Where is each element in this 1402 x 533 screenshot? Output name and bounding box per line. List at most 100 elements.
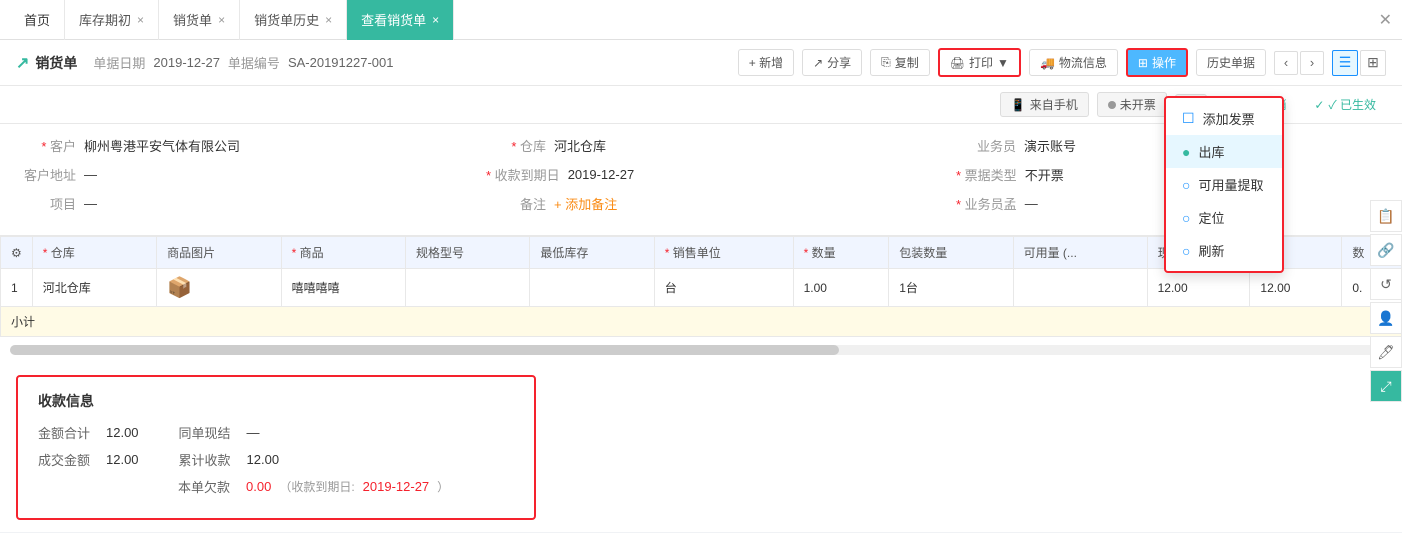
row-unit: 台 xyxy=(654,269,793,307)
new-button[interactable]: + 新增 xyxy=(738,49,794,76)
tab-close-history[interactable]: × xyxy=(325,13,332,27)
col-available: 可用量 (... xyxy=(1013,237,1147,269)
view-toggle: ☰ ⊞ xyxy=(1332,50,1386,76)
share-icon: ↗ xyxy=(813,56,823,70)
right-tool-clipboard[interactable]: 📋 xyxy=(1370,200,1402,232)
bottom-panel: 收款信息 金额合计 12.00 同单现结 — 成交金额 12.00 累计收款 1… xyxy=(0,363,1402,532)
doc-header: ↗ 销货单 单据日期 2019-12-27 单据编号 SA-20191227-0… xyxy=(0,40,1402,86)
view-grid-btn[interactable]: ⊞ xyxy=(1360,50,1386,76)
col-settings: ⚙ xyxy=(1,237,33,269)
history-button[interactable]: 历史单据 xyxy=(1196,49,1266,76)
note-field: 备注 + 添加备注 xyxy=(486,194,916,213)
col-product-image: 商品图片 xyxy=(157,237,281,269)
table-row: 1 河北仓库 📦 嘻嘻嘻嘻 台 1.00 1台 12.00 12.00 0. xyxy=(1,269,1402,307)
nav-prev[interactable]: ‹ xyxy=(1274,51,1298,75)
view-list-btn[interactable]: ☰ xyxy=(1332,50,1358,76)
horizontal-scrollbar[interactable] xyxy=(10,345,1392,355)
warehouse-field: 仓库 河北仓库 xyxy=(486,136,916,155)
row-quantity: 1.00 xyxy=(793,269,889,307)
tab-close-inventory[interactable]: × xyxy=(137,13,144,27)
row-product-image: 📦 xyxy=(157,269,281,307)
truck-icon: 🚚 xyxy=(1040,56,1055,70)
tab-bar: 首页 库存期初 × 销货单 × 销货单历史 × 查看销货单 × ✕ xyxy=(0,0,1402,40)
tab-sales-history[interactable]: 销货单历史 × xyxy=(240,0,347,40)
doc-header-left: ↗ 销货单 单据日期 2019-12-27 单据编号 SA-20191227-0… xyxy=(16,53,393,73)
not-open-btn[interactable]: 未开票 xyxy=(1097,92,1167,117)
add-note-link[interactable]: + 添加备注 xyxy=(554,194,617,213)
effective-check-icon: ✓ xyxy=(1314,98,1324,112)
tab-close-sales[interactable]: × xyxy=(218,13,225,27)
row-model xyxy=(405,269,529,307)
phone-icon: 📱 xyxy=(1011,98,1026,112)
locate-icon: ○ xyxy=(1182,210,1190,226)
tab-sales-order[interactable]: 销货单 × xyxy=(159,0,240,40)
project-field: 项目 — xyxy=(16,194,446,213)
row-min-stock xyxy=(530,269,654,307)
copy-icon: ⎘ xyxy=(881,55,891,70)
tab-view-sales[interactable]: 查看销货单 × xyxy=(347,0,454,40)
dropdown-available-pickup[interactable]: ○ 可用量提取 xyxy=(1166,168,1282,201)
customer-field: 客户 柳州粤港平安气体有限公司 xyxy=(16,136,446,155)
doc-title: ↗ 销货单 xyxy=(16,53,77,73)
col-unit: * 销售单位 xyxy=(654,237,793,269)
share-button[interactable]: ↗ 分享 xyxy=(802,49,862,76)
row-current-stock: 12.00 xyxy=(1147,269,1250,307)
col-min-stock: 最低库存 xyxy=(530,237,654,269)
subtotal-label: 小计 xyxy=(1,307,1402,337)
operations-dropdown: ☐ 添加发票 ● 出库 ○ 可用量提取 ○ 定位 ○ 刷新 xyxy=(1164,96,1284,273)
tab-home[interactable]: 首页 xyxy=(10,0,65,40)
logistics-button[interactable]: 🚚 物流信息 xyxy=(1029,49,1118,76)
pickup-icon: ○ xyxy=(1182,177,1190,193)
dropdown-outbound[interactable]: ● 出库 xyxy=(1166,135,1282,168)
col-product: * 商品 xyxy=(281,237,405,269)
col-warehouse: * 仓库 xyxy=(32,237,156,269)
from-phone-btn[interactable]: 📱 来自手机 xyxy=(1000,92,1089,117)
receipt-row-2: 成交金额 12.00 累计收款 12.00 xyxy=(38,450,514,469)
same-order-settlement-field: 同单现结 — xyxy=(179,423,260,442)
window-close-button[interactable]: ✕ xyxy=(1379,10,1392,30)
row-num: 1 xyxy=(1,269,33,307)
address-field: 客户地址 — xyxy=(16,165,446,184)
right-tool-link[interactable]: 🔗 xyxy=(1370,234,1402,266)
receipt-row-3: 本单欠款 0.00 （收款到期日: 2019-12-27 ） xyxy=(38,477,514,496)
dropdown-locate[interactable]: ○ 定位 xyxy=(1166,201,1282,234)
col-package-qty: 包装数量 xyxy=(889,237,1013,269)
effective-btn[interactable]: ✓ ✓ 已生效 xyxy=(1304,93,1386,116)
col-model: 规格型号 xyxy=(405,237,529,269)
print-button[interactable]: 🖨 打印 ▼ xyxy=(938,48,1021,77)
right-tools: 📋 🔗 ↺ 👤 🖊 ⤢ xyxy=(1370,200,1402,402)
tab-inventory-init[interactable]: 库存期初 × xyxy=(65,0,159,40)
invoice-icon: ☐ xyxy=(1182,110,1195,127)
row-product: 嘻嘻嘻嘻 xyxy=(281,269,405,307)
row-available xyxy=(1013,269,1147,307)
receipt-row-1: 金额合计 12.00 同单现结 — xyxy=(38,423,514,442)
order-debt-field: 本单欠款 0.00 （收款到期日: 2019-12-27 ） xyxy=(178,477,449,496)
copy-button[interactable]: ⎘ 复制 xyxy=(870,49,930,76)
tab-close-view[interactable]: × xyxy=(432,13,439,27)
grid-icon: ⊞ xyxy=(1138,56,1148,70)
total-amount-field: 金额合计 12.00 xyxy=(38,423,139,442)
receipt-info: 收款信息 金额合计 12.00 同单现结 — 成交金额 12.00 累计收款 1… xyxy=(16,375,536,520)
right-tool-refresh[interactable]: ↺ xyxy=(1370,268,1402,300)
operations-button[interactable]: ⊞ 操作 xyxy=(1126,48,1188,77)
nav-next[interactable]: › xyxy=(1300,51,1324,75)
col-quantity: * 数量 xyxy=(793,237,889,269)
transaction-amount-field: 成交金额 12.00 xyxy=(38,450,139,469)
row-unit-price: 12.00 xyxy=(1250,269,1342,307)
dropdown-refresh[interactable]: ○ 刷新 xyxy=(1166,234,1282,267)
receipt-info-title: 收款信息 xyxy=(38,391,514,411)
right-tool-edit[interactable]: 🖊 xyxy=(1370,336,1402,368)
row-package-qty: 1台 xyxy=(889,269,1013,307)
right-tool-user[interactable]: 👤 xyxy=(1370,302,1402,334)
row-warehouse: 河北仓库 xyxy=(32,269,156,307)
cumulative-receipts-field: 累计收款 12.00 xyxy=(179,450,280,469)
right-tool-expand[interactable]: ⤢ xyxy=(1370,370,1402,402)
refresh-icon: ○ xyxy=(1182,243,1190,259)
nav-arrows: ‹ › xyxy=(1274,51,1324,75)
print-dropdown-arrow: ▼ xyxy=(997,56,1009,70)
status-dot-gray xyxy=(1108,101,1116,109)
sales-icon: ↗ xyxy=(16,53,29,73)
dropdown-add-invoice[interactable]: ☐ 添加发票 xyxy=(1166,102,1282,135)
print-icon: 🖨 xyxy=(950,56,965,70)
subtotal-row: 小计 xyxy=(1,307,1402,337)
